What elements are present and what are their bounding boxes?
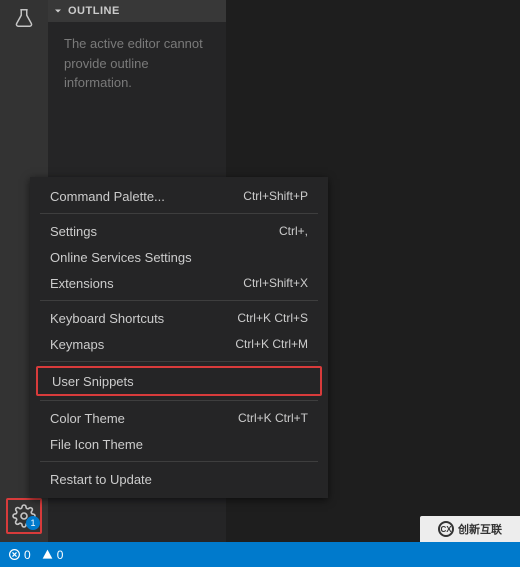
menu-separator (40, 400, 318, 401)
menu-label: Keyboard Shortcuts (50, 311, 164, 326)
menu-settings[interactable]: Settings Ctrl+, (30, 218, 328, 244)
status-errors[interactable]: 0 (8, 548, 31, 562)
menu-user-snippets-highlight: User Snippets (36, 366, 322, 396)
menu-restart-update[interactable]: Restart to Update (30, 466, 328, 492)
chevron-down-icon (52, 5, 64, 17)
watermark-logo-icon: CX (438, 521, 454, 537)
settings-gear-icon[interactable]: 1 (12, 504, 36, 528)
menu-separator (40, 300, 318, 301)
menu-shortcut: Ctrl+Shift+X (243, 276, 308, 290)
menu-file-icon-theme[interactable]: File Icon Theme (30, 431, 328, 457)
menu-label: Online Services Settings (50, 250, 192, 265)
menu-color-theme[interactable]: Color Theme Ctrl+K Ctrl+T (30, 405, 328, 431)
warning-icon (41, 548, 54, 561)
outline-empty-message: The active editor cannot provide outline… (48, 22, 226, 105)
status-bar: 0 0 (0, 542, 520, 567)
menu-shortcut: Ctrl+K Ctrl+S (237, 311, 308, 325)
menu-label: Restart to Update (50, 472, 152, 487)
error-icon (8, 548, 21, 561)
menu-command-palette[interactable]: Command Palette... Ctrl+Shift+P (30, 183, 328, 209)
menu-separator (40, 361, 318, 362)
settings-highlight: 1 (6, 498, 42, 534)
menu-label: Color Theme (50, 411, 125, 426)
watermark-text: 创新互联 (458, 521, 502, 537)
menu-separator (40, 461, 318, 462)
menu-label: File Icon Theme (50, 437, 143, 452)
error-count: 0 (24, 548, 31, 562)
menu-shortcut: Ctrl+, (279, 224, 308, 238)
menu-label: User Snippets (52, 374, 134, 389)
settings-context-menu: Command Palette... Ctrl+Shift+P Settings… (30, 177, 328, 498)
menu-label: Settings (50, 224, 97, 239)
beaker-icon[interactable] (12, 6, 36, 30)
outline-title: OUTLINE (68, 5, 120, 17)
menu-shortcut: Ctrl+Shift+P (243, 189, 308, 203)
warning-count: 0 (57, 548, 64, 562)
menu-shortcut: Ctrl+K Ctrl+M (235, 337, 308, 351)
settings-badge: 1 (26, 516, 40, 530)
menu-label: Command Palette... (50, 189, 165, 204)
menu-label: Keymaps (50, 337, 104, 352)
menu-user-snippets[interactable]: User Snippets (38, 368, 320, 394)
menu-extensions[interactable]: Extensions Ctrl+Shift+X (30, 270, 328, 296)
menu-online-services[interactable]: Online Services Settings (30, 244, 328, 270)
menu-label: Extensions (50, 276, 114, 291)
outline-section-header[interactable]: OUTLINE (48, 0, 226, 22)
menu-separator (40, 213, 318, 214)
menu-keymaps[interactable]: Keymaps Ctrl+K Ctrl+M (30, 331, 328, 357)
watermark: CX 创新互联 (420, 516, 520, 542)
status-warnings[interactable]: 0 (41, 548, 64, 562)
menu-keyboard-shortcuts[interactable]: Keyboard Shortcuts Ctrl+K Ctrl+S (30, 305, 328, 331)
menu-shortcut: Ctrl+K Ctrl+T (238, 411, 308, 425)
